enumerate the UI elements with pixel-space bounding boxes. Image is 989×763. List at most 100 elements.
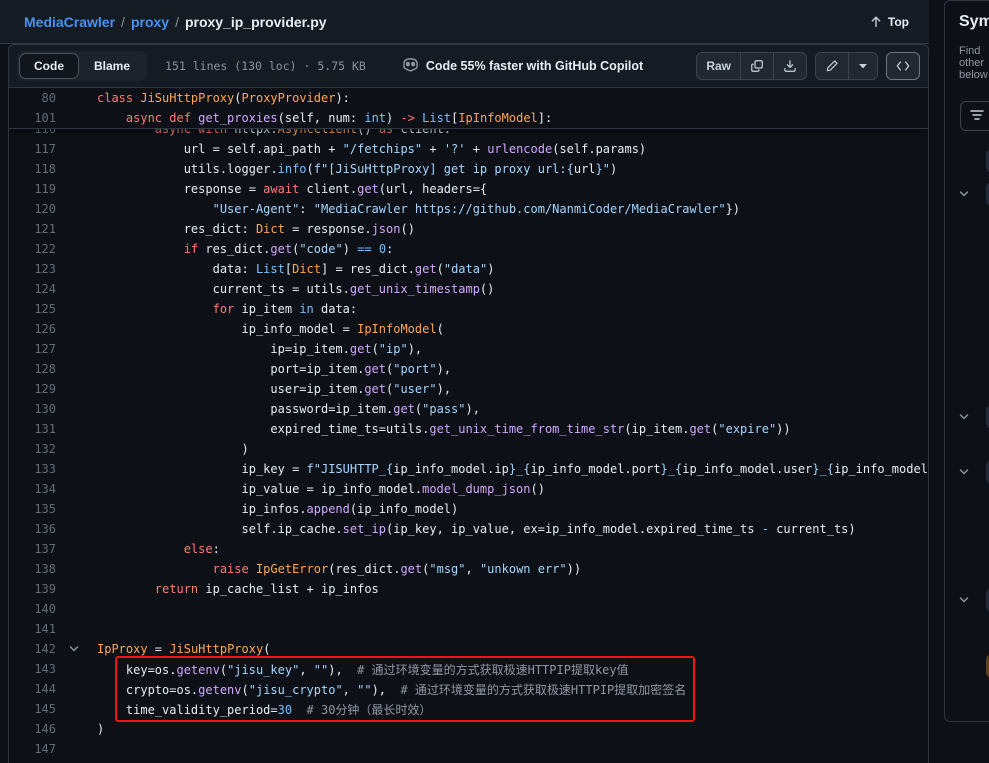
line-number[interactable]: 144 <box>9 682 56 696</box>
line-number[interactable]: 118 <box>9 162 56 176</box>
breadcrumb-repo-link[interactable]: MediaCrawler <box>24 14 115 30</box>
code-text: ip_key = f"JISUHTTP_{ip_info_model.ip}_{… <box>97 462 928 476</box>
line-number[interactable]: 147 <box>9 742 56 756</box>
code-line: 137 else: <box>9 539 928 559</box>
copilot-banner[interactable]: Code 55% faster with GitHub Copilot <box>402 57 643 75</box>
line-number[interactable]: 139 <box>9 582 56 596</box>
sticky-scope-header: 80class JiSuHttpProxy(ProxyProvider): 101… <box>9 88 928 129</box>
line-number[interactable]: 141 <box>9 622 56 636</box>
code-view-column: MediaCrawler / proxy / proxy_ip_provider… <box>0 0 929 763</box>
line-number[interactable]: 128 <box>9 362 56 376</box>
code-line: 127 ip=ip_item.get("ip"), <box>9 339 928 359</box>
code-line: 139 return ip_cache_list + ip_infos <box>9 579 928 599</box>
line-number[interactable]: 121 <box>9 222 56 236</box>
symbols-description-line: Find <box>959 45 989 57</box>
code-text: response = await client.get(url, headers… <box>97 182 928 196</box>
line-number[interactable]: 124 <box>9 282 56 296</box>
tab-blame[interactable]: Blame <box>79 53 145 79</box>
back-to-top-button[interactable]: Top <box>869 10 909 34</box>
line-number[interactable]: 136 <box>9 522 56 536</box>
line-number[interactable]: 131 <box>9 422 56 436</box>
line-number[interactable]: 117 <box>9 142 56 156</box>
code-text: user=ip_item.get("user"), <box>97 382 928 396</box>
line-number[interactable]: 135 <box>9 502 56 516</box>
line-number[interactable]: 127 <box>9 342 56 356</box>
code-editor-area: 116 async with httpx.AsyncClient() as cl… <box>9 88 928 763</box>
code-text: return ip_cache_list + ip_infos <box>97 582 928 596</box>
code-text: else: <box>97 542 928 556</box>
code-line: 142IpProxy = JiSuHttpProxy( <box>9 639 928 659</box>
code-line: 133 ip_key = f"JISUHTTP_{ip_info_model.i… <box>9 459 928 479</box>
code-text: raise IpGetError(res_dict.get("msg", "un… <box>97 562 928 576</box>
code-line: 136 self.ip_cache.set_ip(ip_key, ip_valu… <box>9 519 928 539</box>
file-info: 151 lines (130 loc) · 5.75 KB <box>165 59 366 73</box>
code-line: 147 <box>9 739 928 759</box>
line-number[interactable]: 137 <box>9 542 56 556</box>
code-line: 122 if res_dict.get("code") == 0: <box>9 239 928 259</box>
edit-file-button[interactable] <box>815 52 849 80</box>
code-line: 138 raise IpGetError(res_dict.get("msg",… <box>9 559 928 579</box>
code-text: password=ip_item.get("pass"), <box>97 402 928 416</box>
fold-chevron-down-icon[interactable] <box>56 643 97 655</box>
code-line: 145 time_validity_period=30 # 30分钟（最长时效） <box>9 699 928 719</box>
download-raw-button[interactable] <box>774 52 807 80</box>
line-number[interactable]: 132 <box>9 442 56 456</box>
line-number[interactable]: 125 <box>9 302 56 316</box>
symbols-group-chevron-down-icon[interactable] <box>958 465 972 479</box>
code-text: time_validity_period=30 # 30分钟（最长时效） <box>97 701 928 718</box>
breadcrumb-separator: / <box>121 14 125 30</box>
line-number[interactable]: 80 <box>9 91 56 105</box>
line-number[interactable]: 143 <box>9 662 56 676</box>
code-line: 143 key=os.getenv("jisu_key", ""), # 通过环… <box>9 659 928 679</box>
symbols-panel-toggle-button[interactable] <box>886 52 920 80</box>
line-number[interactable]: 119 <box>9 182 56 196</box>
code-line: 124 current_ts = utils.get_unix_timestam… <box>9 279 928 299</box>
code-line: 135 ip_infos.append(ip_info_model) <box>9 499 928 519</box>
code-line: 120 "User-Agent": "MediaCrawler https://… <box>9 199 928 219</box>
code-text: expired_time_ts=utils.get_unix_time_from… <box>97 422 928 436</box>
line-number[interactable]: 140 <box>9 602 56 616</box>
line-number[interactable]: 120 <box>9 202 56 216</box>
code-line: 131 expired_time_ts=utils.get_unix_time_… <box>9 419 928 439</box>
line-number[interactable]: 142 <box>9 642 56 656</box>
copilot-icon <box>402 57 419 75</box>
code-text: crypto=os.getenv("jisu_crypto", ""), # 通… <box>97 681 928 698</box>
line-number[interactable]: 126 <box>9 322 56 336</box>
edit-options-dropdown[interactable] <box>849 52 878 80</box>
symbols-panel-title: Sym <box>945 1 989 31</box>
copy-icon <box>750 59 764 73</box>
copy-raw-button[interactable] <box>741 52 774 80</box>
line-number[interactable]: 101 <box>9 111 56 125</box>
code-line: 141 <box>9 619 928 639</box>
code-text: res_dict: Dict = response.json() <box>97 222 928 236</box>
line-number[interactable]: 138 <box>9 562 56 576</box>
line-number[interactable]: 133 <box>9 462 56 476</box>
code-line: 80class JiSuHttpProxy(ProxyProvider): <box>9 88 928 108</box>
code-text: ip_infos.append(ip_info_model) <box>97 502 928 516</box>
file-panel: Code Blame 151 lines (130 loc) · 5.75 KB… <box>8 44 929 763</box>
line-number[interactable]: 134 <box>9 482 56 496</box>
line-number[interactable]: 123 <box>9 262 56 276</box>
line-number[interactable]: 122 <box>9 242 56 256</box>
line-number[interactable]: 146 <box>9 722 56 736</box>
code-line: 123 data: List[Dict] = res_dict.get("dat… <box>9 259 928 279</box>
symbols-group-chevron-down-icon[interactable] <box>958 187 972 201</box>
symbols-group-chevron-down-icon[interactable] <box>958 410 972 424</box>
file-toolbar: Code Blame 151 lines (130 loc) · 5.75 KB… <box>9 45 928 88</box>
filter-symbols-button[interactable] <box>960 101 989 131</box>
breadcrumb-folder-link[interactable]: proxy <box>131 14 169 30</box>
raw-button[interactable]: Raw <box>696 52 741 80</box>
code-text: url = self.api_path + "/fetchips" + '?' … <box>97 142 928 156</box>
code-line: 134 ip_value = ip_info_model.model_dump_… <box>9 479 928 499</box>
code-text: current_ts = utils.get_unix_timestamp() <box>97 282 928 296</box>
arrow-up-icon <box>869 15 883 29</box>
code-text: ) <box>97 722 928 736</box>
symbols-group-chevron-down-icon[interactable] <box>958 593 972 607</box>
line-number[interactable]: 130 <box>9 402 56 416</box>
toolbar-actions: Raw <box>696 52 920 80</box>
code-line: 121 res_dict: Dict = response.json() <box>9 219 928 239</box>
line-number[interactable]: 145 <box>9 702 56 716</box>
line-number[interactable]: 129 <box>9 382 56 396</box>
tab-code[interactable]: Code <box>19 53 79 79</box>
code-text: for ip_item in data: <box>97 302 928 316</box>
